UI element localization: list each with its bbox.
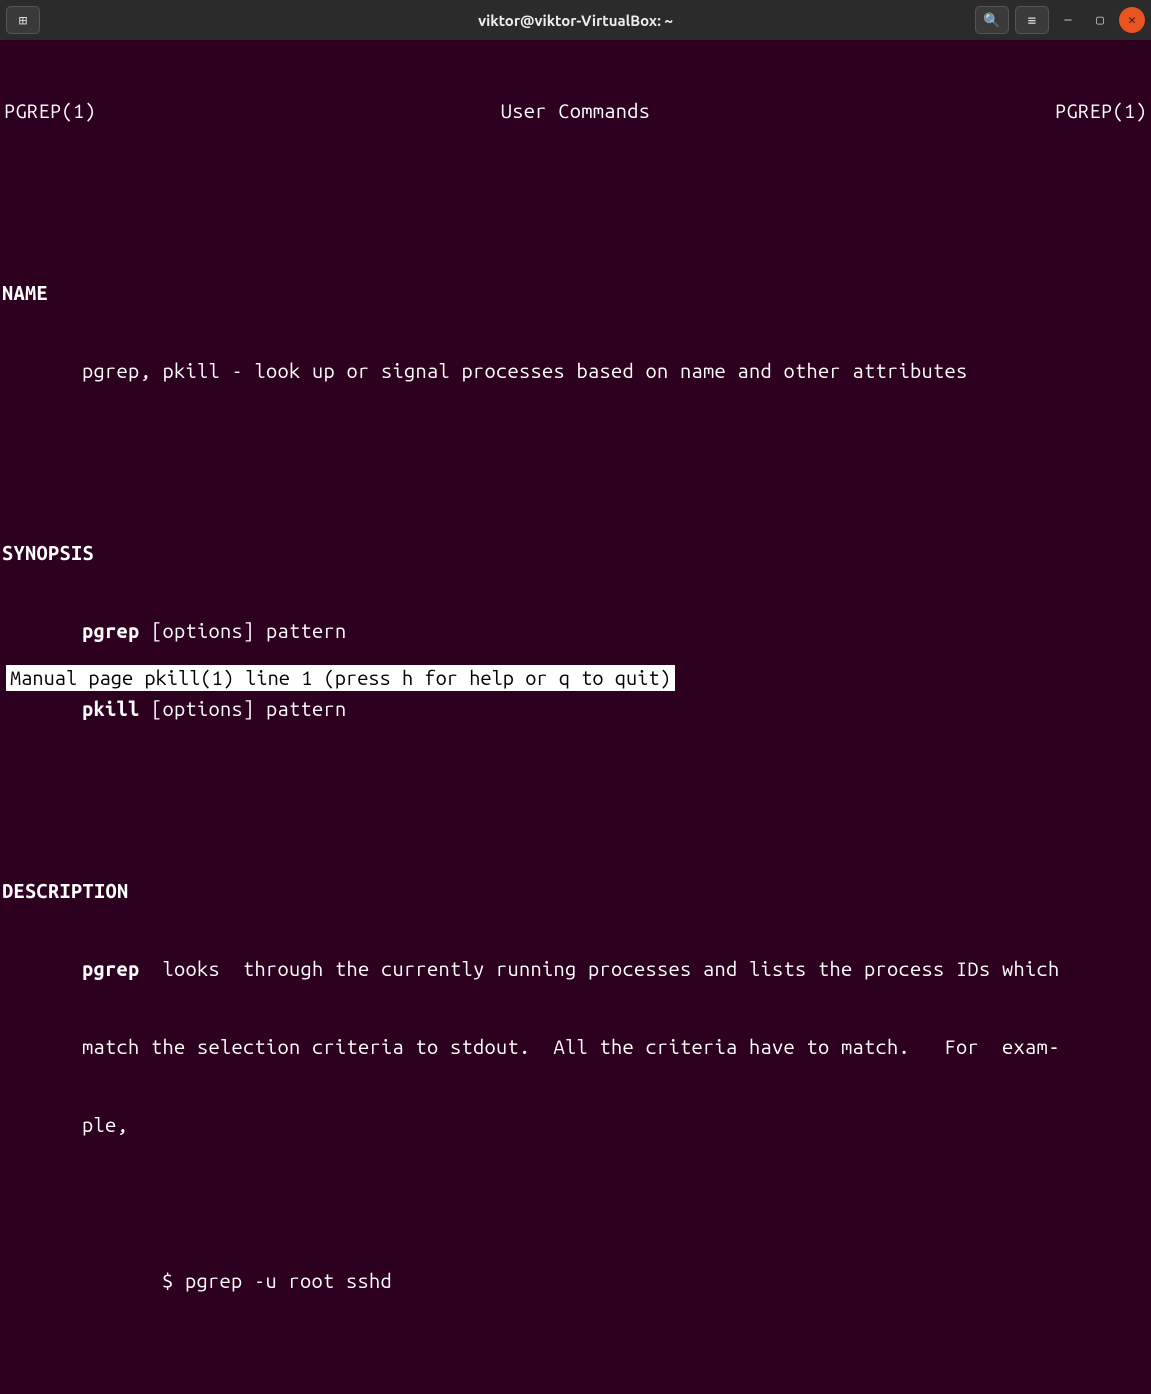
man-status-bar: Manual page pkill(1) line 1 (press h for…	[6, 665, 675, 691]
new-tab-button[interactable]: ⊞	[6, 6, 40, 34]
terminal-content[interactable]: PGREP(1) User Commands PGREP(1) NAME pgr…	[0, 40, 1151, 1394]
synopsis-line-2: pkill [options] pattern	[2, 696, 1149, 722]
man-header: PGREP(1) User Commands PGREP(1)	[2, 98, 1149, 124]
minimize-button[interactable]: —	[1055, 7, 1081, 33]
syn-cmd-pgrep: pgrep	[82, 619, 140, 642]
desc-line-2: match the selection criteria to stdout. …	[2, 1034, 1149, 1060]
search-button[interactable]: 🔍	[975, 6, 1009, 34]
titlebar: ⊞ viktor@viktor-VirtualBox: ~ 🔍 ≡ — ▢ ✕	[0, 0, 1151, 40]
close-icon: ✕	[1128, 13, 1136, 28]
man-header-left: PGREP(1)	[4, 98, 96, 124]
new-tab-icon: ⊞	[19, 12, 27, 29]
example-1: $ pgrep -u root sshd	[2, 1268, 1149, 1294]
maximize-button[interactable]: ▢	[1087, 7, 1113, 33]
hamburger-icon: ≡	[1028, 12, 1036, 29]
titlebar-right: 🔍 ≡ — ▢ ✕	[975, 6, 1145, 34]
synopsis-line-1: pgrep [options] pattern	[2, 618, 1149, 644]
desc-line-1: pgrep looks through the currently runnin…	[2, 956, 1149, 982]
search-icon: 🔍	[983, 12, 1000, 29]
syn-cmd-pkill: pkill	[82, 697, 140, 720]
close-button[interactable]: ✕	[1119, 7, 1145, 33]
section-description: DESCRIPTION	[2, 878, 1149, 904]
titlebar-left: ⊞	[6, 6, 40, 34]
maximize-icon: ▢	[1096, 13, 1104, 28]
section-synopsis: SYNOPSIS	[2, 540, 1149, 566]
man-header-center: User Commands	[501, 98, 651, 124]
menu-button[interactable]: ≡	[1015, 6, 1049, 34]
man-header-right: PGREP(1)	[1055, 98, 1147, 124]
desc-line-3: ple,	[2, 1112, 1149, 1138]
minimize-icon: —	[1064, 13, 1071, 27]
desc-cmd-pgrep: pgrep	[82, 957, 140, 980]
name-line: pgrep, pkill - look up or signal process…	[2, 358, 1149, 384]
section-name: NAME	[2, 280, 1149, 306]
